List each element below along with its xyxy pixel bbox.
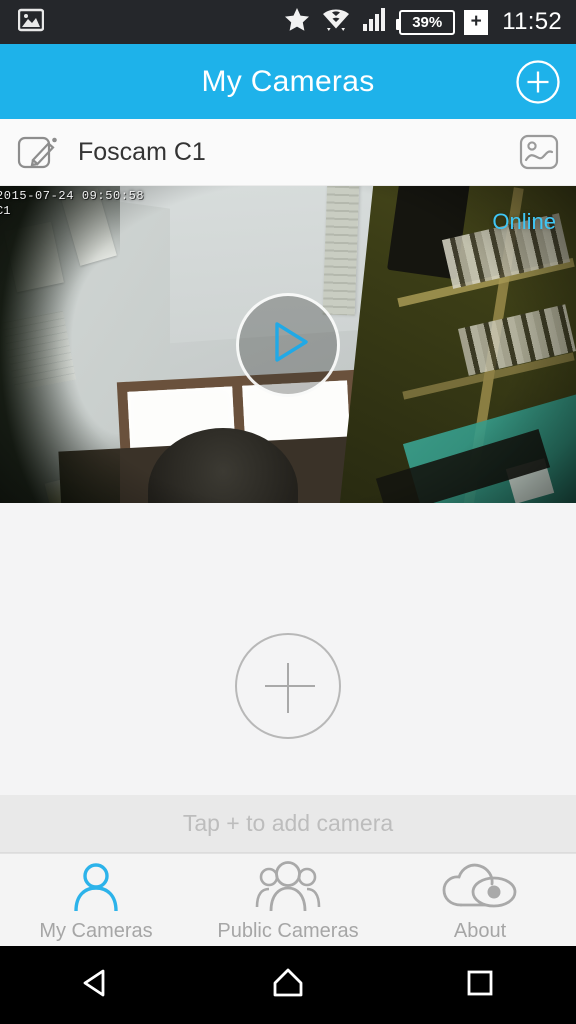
bottom-navigation: My Cameras Public Cameras About: [0, 853, 576, 946]
status-badge: Online: [486, 206, 562, 238]
image-icon: [17, 8, 45, 37]
photo-gallery-icon[interactable]: [518, 131, 560, 173]
status-bar-left: [17, 8, 45, 37]
wifi-icon: [321, 7, 351, 37]
nav-label-my-cameras: My Cameras: [39, 920, 153, 942]
page-title: My Cameras: [201, 64, 375, 98]
status-bar-right: 39% + 11:52: [284, 7, 562, 37]
nav-item-public-cameras[interactable]: Public Cameras: [192, 854, 384, 946]
app-screen: 39% + 11:52 My Cameras Foscam C1 2015-07…: [0, 0, 576, 1024]
android-navigation-bar: [0, 946, 576, 1024]
camera-preview[interactable]: 2015-07-24 09:50:58 C1 Online: [0, 186, 576, 503]
recents-square-icon[interactable]: [460, 963, 500, 1008]
status-bar: 39% + 11:52: [0, 0, 576, 44]
people-group-icon: [253, 861, 323, 918]
play-triangle-icon: [259, 313, 317, 376]
clock: 11:52: [502, 8, 562, 35]
play-button[interactable]: [236, 292, 340, 397]
person-icon: [68, 861, 124, 918]
nav-label-about: About: [453, 920, 507, 942]
nav-item-about[interactable]: About: [384, 854, 576, 946]
app-bar: My Cameras: [0, 44, 576, 119]
camera-header-row: Foscam C1: [0, 119, 576, 186]
camera-name: Foscam C1: [78, 137, 206, 166]
add-camera-button[interactable]: [515, 59, 561, 105]
star-icon: [284, 7, 310, 37]
hint-bar: Tap + to add camera: [0, 795, 576, 853]
cellular-signal-icon: [362, 7, 388, 37]
battery-charging-icon: +: [464, 9, 489, 35]
nav-item-my-cameras[interactable]: My Cameras: [0, 854, 192, 946]
empty-camera-slot: [0, 503, 576, 795]
hint-text: Tap + to add camera: [182, 810, 394, 836]
battery-indicator: 39%: [396, 9, 456, 35]
back-triangle-icon[interactable]: [76, 963, 116, 1008]
preview-channel-label: C1: [0, 204, 11, 218]
edit-pencil-icon[interactable]: [16, 130, 60, 174]
battery-percent: 39%: [412, 13, 443, 31]
add-camera-placeholder-button[interactable]: [235, 633, 341, 739]
preview-timestamp: 2015-07-24 09:50:58: [0, 189, 145, 203]
nav-label-public-cameras: Public Cameras: [217, 920, 359, 942]
cloud-camera-icon: [441, 861, 519, 918]
home-house-icon[interactable]: [268, 963, 308, 1008]
